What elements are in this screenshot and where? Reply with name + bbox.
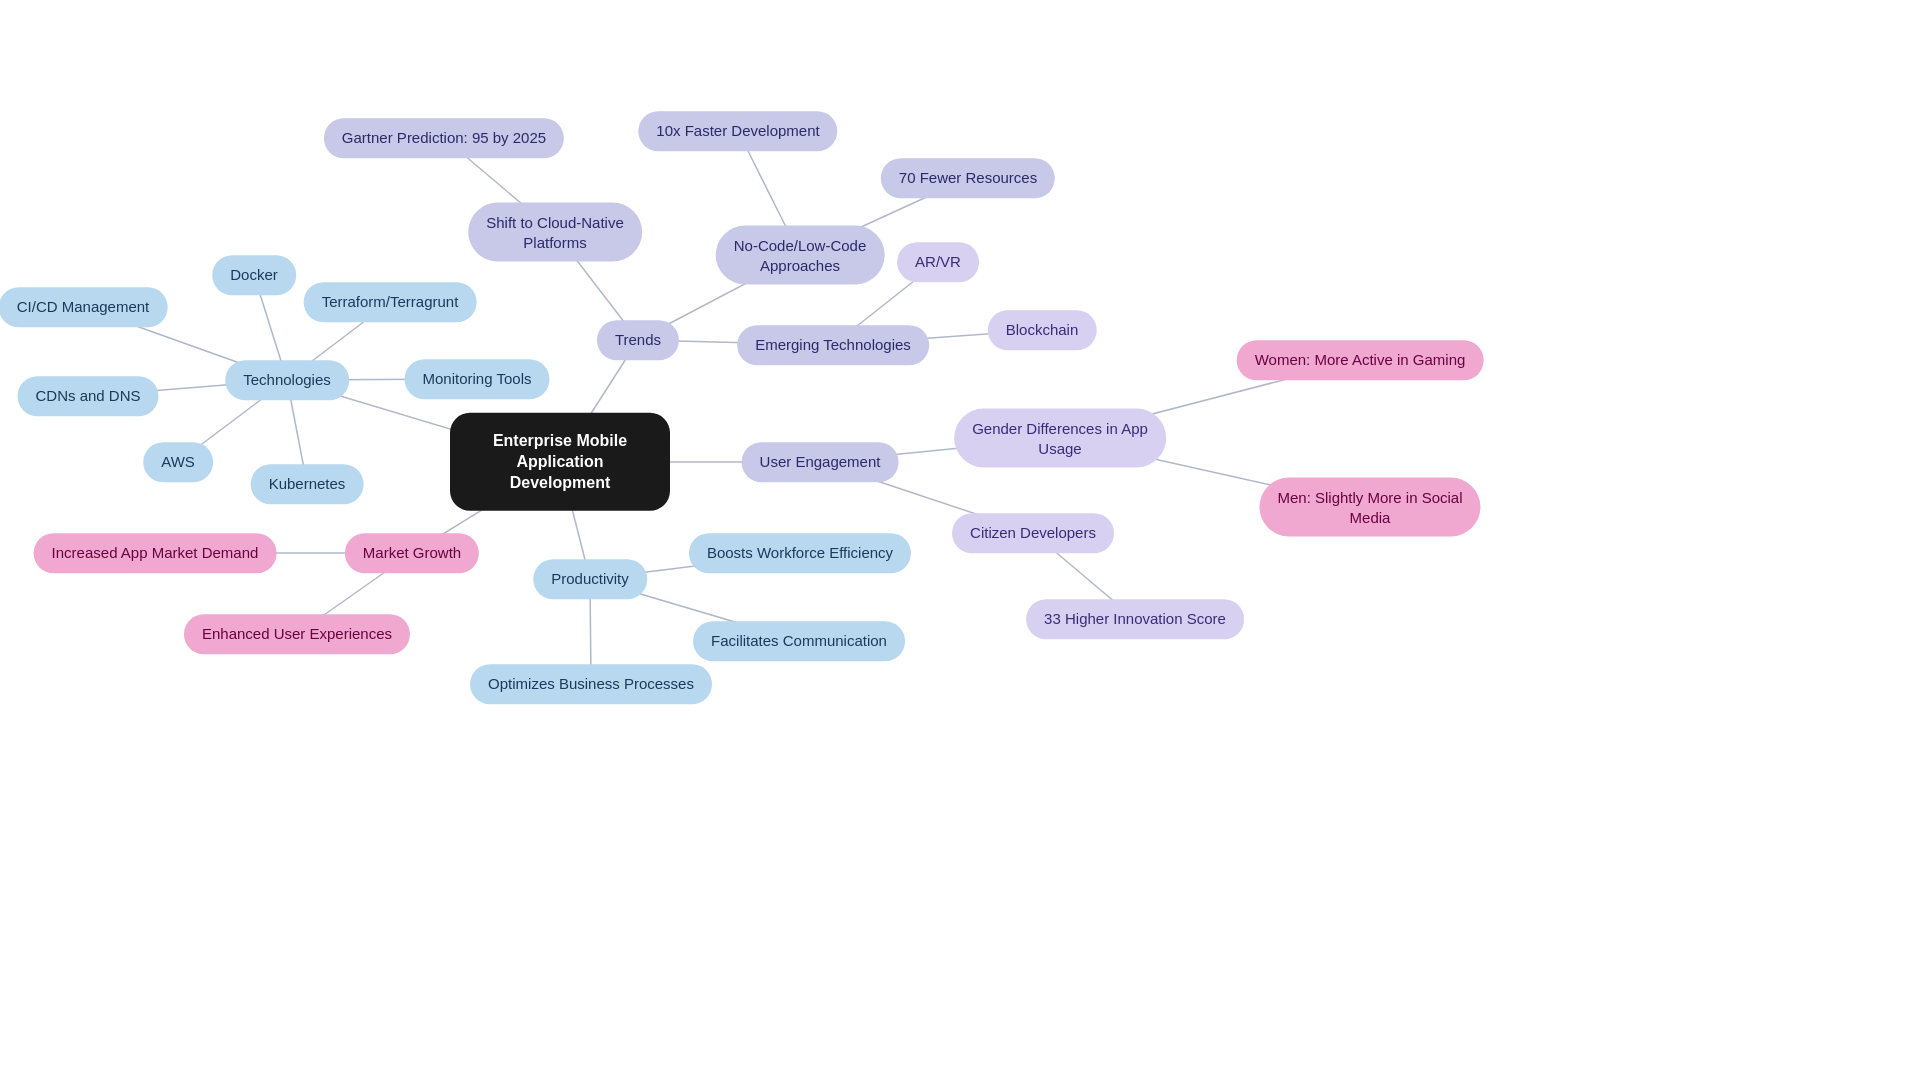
node-shift-cloud: Shift to Cloud-Native Platforms	[468, 203, 642, 262]
node-kubernetes: Kubernetes	[251, 464, 364, 504]
node-gender-diff: Gender Differences in App Usage	[954, 409, 1166, 468]
node-men-social: Men: Slightly More in Social Media	[1259, 478, 1480, 537]
node-increased-demand: Increased App Market Demand	[34, 533, 277, 573]
node-enhanced-ux: Enhanced User Experiences	[184, 614, 410, 654]
node-33-innovation: 33 Higher Innovation Score	[1026, 599, 1244, 639]
node-trends: Trends	[597, 320, 679, 360]
node-emerging-tech: Emerging Technologies	[737, 325, 929, 365]
node-productivity: Productivity	[533, 559, 647, 599]
node-aws: AWS	[143, 442, 213, 482]
node-cdns: CDNs and DNS	[17, 376, 158, 416]
node-boosts-efficiency: Boosts Workforce Efficiency	[689, 533, 911, 573]
node-optimizes: Optimizes Business Processes	[470, 664, 712, 704]
node-70-fewer: 70 Fewer Resources	[881, 158, 1055, 198]
node-ar-vr: AR/VR	[897, 242, 979, 282]
node-blockchain: Blockchain	[988, 310, 1097, 350]
node-terraform: Terraform/Terragrunt	[304, 282, 477, 322]
center-node: Enterprise Mobile Application Developmen…	[450, 413, 670, 511]
node-facilitates-comm: Facilitates Communication	[693, 621, 905, 661]
node-technologies: Technologies	[225, 360, 349, 400]
node-women-gaming: Women: More Active in Gaming	[1237, 340, 1484, 380]
node-no-code: No-Code/Low-Code Approaches	[716, 226, 885, 285]
node-10x-faster: 10x Faster Development	[638, 111, 837, 151]
node-market-growth: Market Growth	[345, 533, 479, 573]
node-user-engagement: User Engagement	[742, 442, 899, 482]
node-gartner: Gartner Prediction: 95 by 2025	[324, 118, 564, 158]
node-cicd: CI/CD Management	[0, 287, 167, 327]
mind-map: Enterprise Mobile Application Developmen…	[0, 0, 1920, 1083]
node-docker: Docker	[212, 255, 296, 295]
node-citizen-dev: Citizen Developers	[952, 513, 1114, 553]
node-monitoring: Monitoring Tools	[405, 359, 550, 399]
